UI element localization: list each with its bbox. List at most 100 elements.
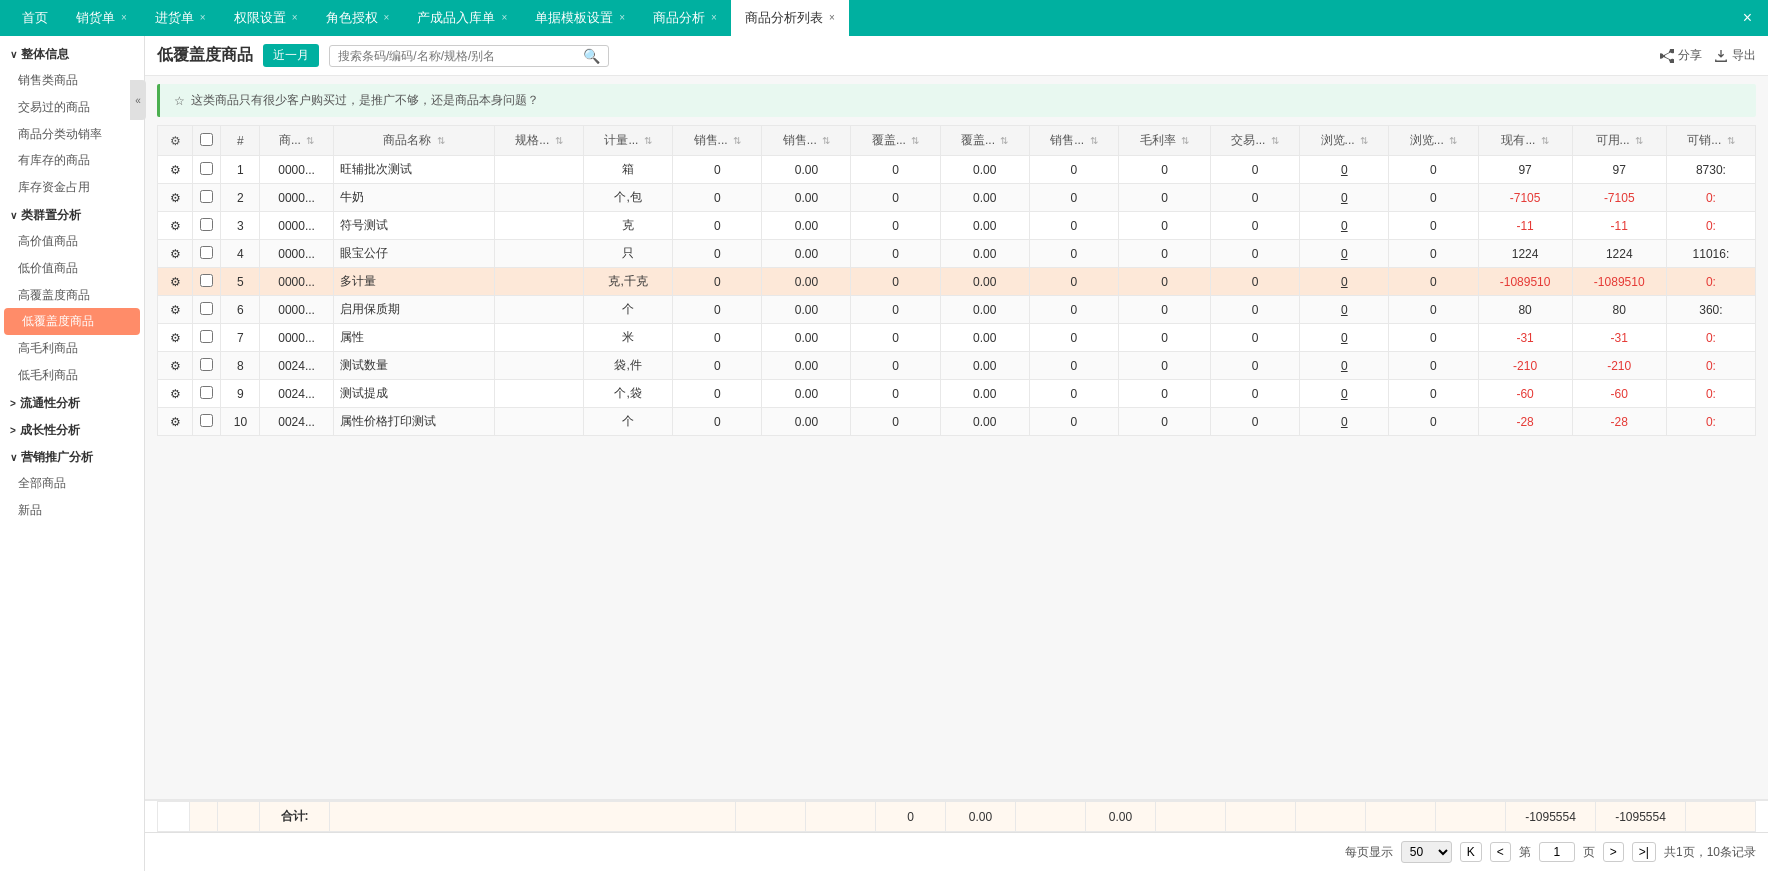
sidebar-item-高毛利商品[interactable]: 高毛利商品: [0, 335, 144, 362]
sidebar-item-有库存的商品[interactable]: 有库存的商品: [0, 147, 144, 174]
sidebar-item-商品分类动销率[interactable]: 商品分类动销率: [0, 121, 144, 148]
row-settings[interactable]: ⚙: [158, 156, 193, 184]
row-checkbox[interactable]: [193, 408, 221, 436]
row-select-checkbox[interactable]: [200, 218, 213, 231]
row-select-checkbox[interactable]: [200, 190, 213, 203]
nav-tab-角色授权[interactable]: 角色授权 ×: [312, 0, 404, 36]
sidebar-item-低覆盖度商品[interactable]: 低覆盖度商品: [4, 308, 140, 335]
row-checkbox[interactable]: [193, 240, 221, 268]
row-select-checkbox[interactable]: [200, 330, 213, 343]
tab-close-icon[interactable]: ×: [501, 0, 507, 36]
table-container[interactable]: ⚙ # 商... ⇅ 商品名称 ⇅ 规格... ⇅ 计量... ⇅ 销售... …: [157, 125, 1756, 799]
sidebar-item-低价值商品[interactable]: 低价值商品: [0, 255, 144, 282]
spec-col-header[interactable]: 规格... ⇅: [494, 126, 583, 156]
row-checkbox[interactable]: [193, 380, 221, 408]
row-browse-count[interactable]: 0: [1300, 268, 1389, 296]
code-col-header[interactable]: 商... ⇅: [260, 126, 333, 156]
share-button[interactable]: 分享: [1660, 47, 1702, 64]
row-browse-count[interactable]: 0: [1300, 156, 1389, 184]
nav-tab-首页[interactable]: 首页: [8, 0, 62, 36]
sidebar-section-0[interactable]: ∨整体信息: [0, 40, 144, 67]
nav-tab-销货单[interactable]: 销货单 ×: [62, 0, 141, 36]
row-settings[interactable]: ⚙: [158, 380, 193, 408]
export-button[interactable]: 导出: [1714, 47, 1756, 64]
sales-amt-col-header[interactable]: 销售... ⇅: [762, 126, 851, 156]
cover-count-col-header[interactable]: 覆盖... ⇅: [851, 126, 940, 156]
sidebar-item-新品[interactable]: 新品: [0, 497, 144, 524]
search-icon[interactable]: 🔍: [583, 48, 600, 64]
nav-tab-商品分析[interactable]: 商品分析 ×: [639, 0, 731, 36]
sidebar-section-2[interactable]: >流通性分析: [0, 389, 144, 416]
row-browse-count[interactable]: 0: [1300, 380, 1389, 408]
per-page-select[interactable]: 50 100 200: [1401, 841, 1452, 863]
sellable-col-header[interactable]: 可销... ⇅: [1666, 126, 1755, 156]
nav-tab-单据模板设置[interactable]: 单据模板设置 ×: [521, 0, 639, 36]
sidebar-item-高价值商品[interactable]: 高价值商品: [0, 228, 144, 255]
last-page-button[interactable]: >|: [1632, 842, 1656, 862]
tab-close-icon[interactable]: ×: [711, 0, 717, 36]
nav-tab-产成品入库单[interactable]: 产成品入库单 ×: [403, 0, 521, 36]
available-col-header[interactable]: 可用... ⇅: [1572, 126, 1666, 156]
unit-col-header[interactable]: 计量... ⇅: [584, 126, 673, 156]
sidebar-item-全部商品[interactable]: 全部商品: [0, 470, 144, 497]
row-checkbox[interactable]: [193, 324, 221, 352]
row-browse-count[interactable]: 0: [1300, 240, 1389, 268]
row-browse-count[interactable]: 0: [1300, 184, 1389, 212]
row-browse-count[interactable]: 0: [1300, 352, 1389, 380]
row-settings[interactable]: ⚙: [158, 296, 193, 324]
page-number-input[interactable]: [1539, 842, 1575, 862]
sidebar-item-销售类商品[interactable]: 销售类商品: [0, 67, 144, 94]
current-stock-col-header[interactable]: 现有... ⇅: [1478, 126, 1572, 156]
row-select-checkbox[interactable]: [200, 274, 213, 287]
row-checkbox[interactable]: [193, 352, 221, 380]
row-checkbox[interactable]: [193, 212, 221, 240]
sidebar-section-3[interactable]: >成长性分析: [0, 416, 144, 443]
sidebar-item-低毛利商品[interactable]: 低毛利商品: [0, 362, 144, 389]
checkbox-col-header[interactable]: [193, 126, 221, 156]
nav-tab-商品分析列表[interactable]: 商品分析列表 ×: [731, 0, 849, 36]
browse-count2-col-header[interactable]: 浏览... ⇅: [1389, 126, 1478, 156]
row-browse-count[interactable]: 0: [1300, 212, 1389, 240]
cover-rate-col-header[interactable]: 覆盖... ⇅: [940, 126, 1029, 156]
row-settings[interactable]: ⚙: [158, 212, 193, 240]
filter-button[interactable]: 近一月: [263, 44, 319, 67]
sidebar-item-高覆盖度商品[interactable]: 高覆盖度商品: [0, 282, 144, 309]
row-select-checkbox[interactable]: [200, 162, 213, 175]
row-select-checkbox[interactable]: [200, 246, 213, 259]
sales-count-col-header[interactable]: 销售... ⇅: [1029, 126, 1118, 156]
tab-close-icon[interactable]: ×: [619, 0, 625, 36]
row-settings[interactable]: ⚙: [158, 352, 193, 380]
row-settings[interactable]: ⚙: [158, 240, 193, 268]
row-browse-count[interactable]: 0: [1300, 408, 1389, 436]
row-settings[interactable]: ⚙: [158, 184, 193, 212]
sidebar-section-4[interactable]: ∨营销推广分析: [0, 443, 144, 470]
row-select-checkbox[interactable]: [200, 414, 213, 427]
tab-close-icon[interactable]: ×: [384, 0, 390, 36]
browse-count-col-header[interactable]: 浏览... ⇅: [1300, 126, 1389, 156]
row-checkbox[interactable]: [193, 184, 221, 212]
sidebar-section-1[interactable]: ∨类群置分析: [0, 201, 144, 228]
row-select-checkbox[interactable]: [200, 386, 213, 399]
row-checkbox[interactable]: [193, 268, 221, 296]
row-checkbox[interactable]: [193, 156, 221, 184]
row-select-checkbox[interactable]: [200, 302, 213, 315]
row-browse-count[interactable]: 0: [1300, 296, 1389, 324]
tab-close-icon[interactable]: ×: [292, 0, 298, 36]
nav-tab-进货单[interactable]: 进货单 ×: [141, 0, 220, 36]
row-settings[interactable]: ⚙: [158, 324, 193, 352]
row-checkbox[interactable]: [193, 296, 221, 324]
row-browse-count[interactable]: 0: [1300, 324, 1389, 352]
row-settings[interactable]: ⚙: [158, 268, 193, 296]
select-all-checkbox[interactable]: [200, 133, 213, 146]
nav-tab-权限设置[interactable]: 权限设置 ×: [220, 0, 312, 36]
search-input[interactable]: [338, 49, 579, 63]
first-page-button[interactable]: K: [1460, 842, 1482, 862]
name-col-header[interactable]: 商品名称 ⇅: [333, 126, 494, 156]
tab-close-icon[interactable]: ×: [829, 0, 835, 36]
tab-close-icon[interactable]: ×: [200, 0, 206, 36]
prev-page-button[interactable]: <: [1490, 842, 1511, 862]
sidebar-item-交易过的商品[interactable]: 交易过的商品: [0, 94, 144, 121]
row-settings[interactable]: ⚙: [158, 408, 193, 436]
sidebar-collapse-button[interactable]: «: [130, 80, 146, 120]
settings-col-header[interactable]: ⚙: [158, 126, 193, 156]
